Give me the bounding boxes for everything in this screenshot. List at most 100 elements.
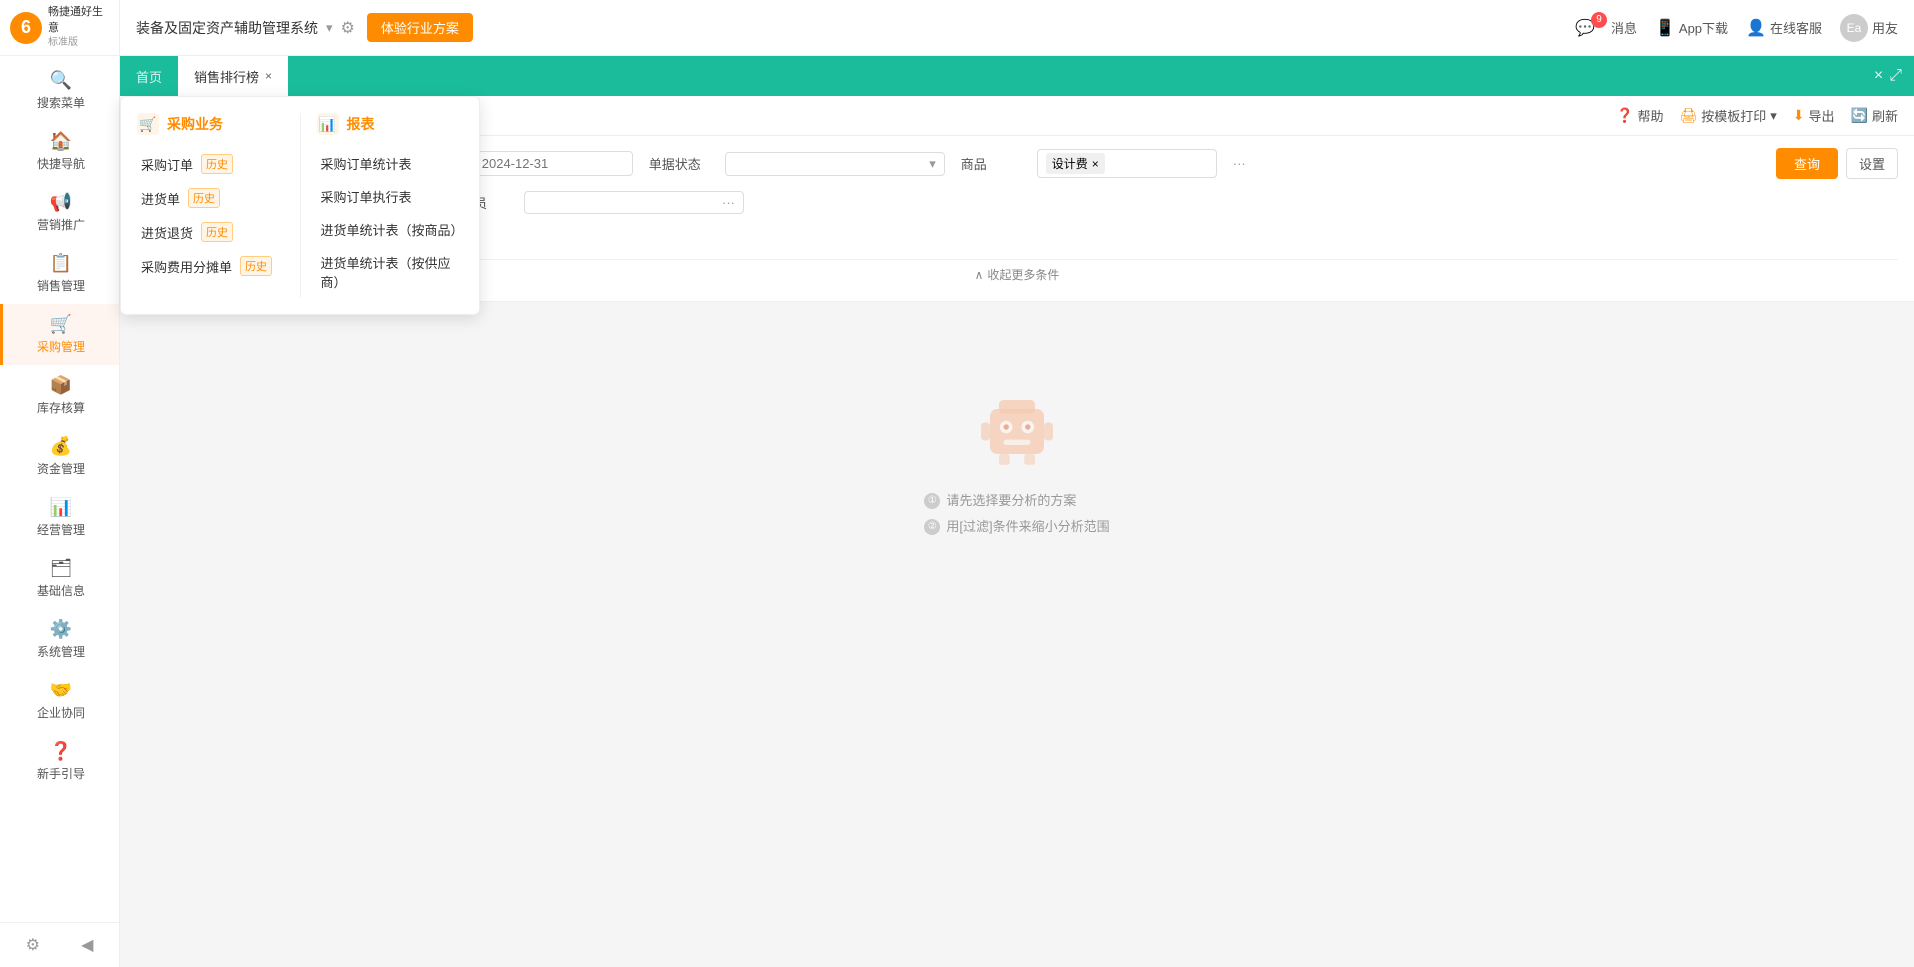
- inventory-icon: 📦: [50, 375, 72, 396]
- dropdown-item-purchase-in[interactable]: 进货单 历史: [137, 181, 284, 215]
- sidebar-item-search[interactable]: 🔍 搜索菜单: [0, 60, 119, 121]
- sidebar: 6 畅捷通好生意 标准版 🔍 搜索菜单 🏠 快捷导航 📢 营销推广 📋 销售管理…: [0, 0, 120, 967]
- industry-plan-button[interactable]: 体验行业方案: [367, 13, 473, 42]
- user-button[interactable]: Ea 用友: [1840, 14, 1898, 42]
- sidebar-item-inventory[interactable]: 📦 库存核算: [0, 365, 119, 426]
- sidebar-item-operations[interactable]: 📊 经营管理: [0, 487, 119, 548]
- report-col-icon: 📊: [317, 113, 339, 135]
- dropdown-item-report-order-stat[interactable]: 采购订单统计表: [317, 147, 464, 180]
- marketing-icon: 📢: [50, 192, 72, 213]
- app-logo-icon: 6: [10, 12, 42, 44]
- message-button[interactable]: 💬 9 消息: [1575, 18, 1637, 38]
- basic-icon: 🗂: [50, 558, 73, 579]
- title-arrow-icon[interactable]: ▾: [326, 20, 333, 36]
- sidebar-item-sales[interactable]: 📋 销售管理: [0, 243, 119, 304]
- export-button[interactable]: ⬇ 导出: [1793, 106, 1835, 125]
- dropdown-purchase-header: 🛒 采购业务: [137, 113, 284, 135]
- print-icon: 🖨: [1679, 107, 1697, 124]
- refresh-button[interactable]: 🔄 刷新: [1851, 106, 1898, 125]
- tab-sales-rank[interactable]: 销售排行榜 ×: [178, 56, 288, 96]
- guide-icon: ❓: [50, 741, 72, 762]
- filter-actions: 查询 设置: [1776, 148, 1898, 179]
- search-icon: 🔍: [50, 70, 72, 91]
- operations-icon: 📊: [50, 497, 72, 518]
- empty-state: ① 请先选择要分析的方案 ② 用[过滤]条件来缩小分析范围: [120, 302, 1914, 620]
- bill-status-label: 单据状态: [649, 154, 709, 173]
- goods-tag-design[interactable]: 设计费 ×: [1046, 153, 1105, 174]
- online-service-button[interactable]: 👤 在线客服: [1746, 18, 1822, 38]
- collapse-arrow-icon: ∧: [975, 268, 984, 282]
- dropdown-item-purchase-expense[interactable]: 采购费用分摊单 历史: [137, 249, 284, 283]
- dropdown-item-report-in-supplier[interactable]: 进货单统计表（按供应商）: [317, 246, 464, 298]
- settings-bottom-icon[interactable]: ⚙: [26, 935, 40, 955]
- dropdown-item-report-in-goods[interactable]: 进货单统计表（按商品）: [317, 213, 464, 246]
- service-icon: 👤: [1746, 18, 1766, 38]
- tip-num-2: ②: [924, 519, 940, 535]
- export-icon: ⬇: [1793, 107, 1805, 124]
- dropdown-purchase-col: 🛒 采购业务 采购订单 历史 进货单 历史 进货退货 历史 采购费用分摊单 历史: [121, 113, 300, 298]
- empty-illustration: [972, 382, 1062, 472]
- date-end-input[interactable]: [473, 151, 633, 176]
- salesman-select[interactable]: ···: [524, 191, 744, 214]
- topbar-settings-icon[interactable]: ⚙: [341, 18, 355, 38]
- notification-badge: 9: [1591, 12, 1607, 28]
- bill-status-arrow: ▾: [929, 156, 936, 172]
- finance-icon: 💰: [50, 436, 72, 457]
- dropdown-report-header: 📊 报表: [317, 113, 464, 135]
- salesman-arrow: ···: [722, 195, 735, 210]
- empty-tips: ① 请先选择要分析的方案 ② 用[过滤]条件来缩小分析范围: [924, 488, 1109, 540]
- phone-icon: 📱: [1655, 18, 1675, 38]
- goods-label: 商品: [961, 154, 1021, 173]
- goods-select[interactable]: 设计费 ×: [1037, 149, 1217, 178]
- topbar-right: 💬 9 消息 📱 App下载 👤 在线客服 Ea 用友: [1575, 14, 1898, 42]
- history-badge-1: 历史: [188, 188, 220, 208]
- system-title: 装备及固定资产辅助管理系统: [136, 18, 318, 38]
- collapse-sidebar-icon[interactable]: ◀: [81, 935, 93, 955]
- goods-tag-close-icon[interactable]: ×: [1092, 157, 1099, 171]
- filter-settings-button[interactable]: 设置: [1846, 148, 1898, 179]
- tabs-right-controls: × ⤢: [1874, 67, 1914, 85]
- refresh-icon: 🔄: [1851, 107, 1868, 124]
- tabs-bar: 首页 销售排行榜 × × ⤢: [120, 56, 1914, 96]
- history-badge-3: 历史: [240, 256, 272, 276]
- history-badge-2: 历史: [201, 222, 233, 242]
- dropdown-item-purchase-order[interactable]: 采购订单 历史: [137, 147, 284, 181]
- app-name: 畅捷通好生意 标准版: [48, 5, 109, 50]
- dropdown-report-col: 📊 报表 采购订单统计表 采购订单执行表 进货单统计表（按商品） 进货单统计表（…: [300, 113, 480, 298]
- sidebar-item-quicknav[interactable]: 🏠 快捷导航: [0, 121, 119, 182]
- sidebar-item-marketing[interactable]: 📢 营销推广: [0, 182, 119, 243]
- goods-more-dots[interactable]: ···: [1233, 156, 1246, 171]
- print-arrow-icon[interactable]: ▾: [1770, 108, 1777, 124]
- sidebar-item-finance[interactable]: 💰 资金管理: [0, 426, 119, 487]
- print-button[interactable]: 🖨 按模板打印 ▾: [1679, 106, 1776, 125]
- topbar: 装备及固定资产辅助管理系统 ▾ ⚙ 体验行业方案 💬 9 消息 📱 App下载 …: [120, 0, 1914, 56]
- help-button[interactable]: ❓ 帮助: [1616, 106, 1663, 125]
- sidebar-bottom: ⚙ ◀: [0, 922, 119, 967]
- tab-home[interactable]: 首页: [120, 56, 178, 96]
- purchase-dropdown-menu: 🛒 采购业务 采购订单 历史 进货单 历史 进货退货 历史 采购费用分摊单 历史…: [120, 96, 480, 315]
- dropdown-item-purchase-return[interactable]: 进货退货 历史: [137, 215, 284, 249]
- window-close-icon[interactable]: ×: [1874, 67, 1883, 85]
- purchase-col-icon: 🛒: [137, 113, 159, 135]
- history-badge-0: 历史: [201, 154, 233, 174]
- sidebar-item-enterprise[interactable]: 🤝 企业协同: [0, 670, 119, 731]
- dropdown-item-report-order-exec[interactable]: 采购订单执行表: [317, 180, 464, 213]
- tab-close-icon[interactable]: ×: [265, 69, 272, 83]
- avatar: Ea: [1840, 14, 1868, 42]
- app-download-button[interactable]: 📱 App下载: [1655, 18, 1728, 38]
- window-max-icon[interactable]: ⤢: [1889, 67, 1902, 85]
- sidebar-item-purchase[interactable]: 🛒 采购管理: [0, 304, 119, 365]
- sidebar-item-system[interactable]: ⚙️ 系统管理: [0, 609, 119, 670]
- sales-icon: 📋: [50, 253, 72, 274]
- tip-num-1: ①: [924, 493, 940, 509]
- help-icon: ❓: [1616, 107, 1633, 124]
- purchase-icon: 🛒: [50, 314, 72, 335]
- enterprise-icon: 🤝: [50, 680, 72, 701]
- bill-status-select[interactable]: ▾: [725, 152, 945, 176]
- sidebar-item-newguide[interactable]: ❓ 新手引导: [0, 731, 119, 792]
- sidebar-nav: 🔍 搜索菜单 🏠 快捷导航 📢 营销推广 📋 销售管理 🛒 采购管理 📦 库存核…: [0, 56, 119, 922]
- sidebar-logo: 6 畅捷通好生意 标准版: [0, 0, 119, 56]
- system-icon: ⚙️: [50, 619, 72, 640]
- sidebar-item-basic[interactable]: 🗂 基础信息: [0, 548, 119, 609]
- search-button[interactable]: 查询: [1776, 148, 1838, 179]
